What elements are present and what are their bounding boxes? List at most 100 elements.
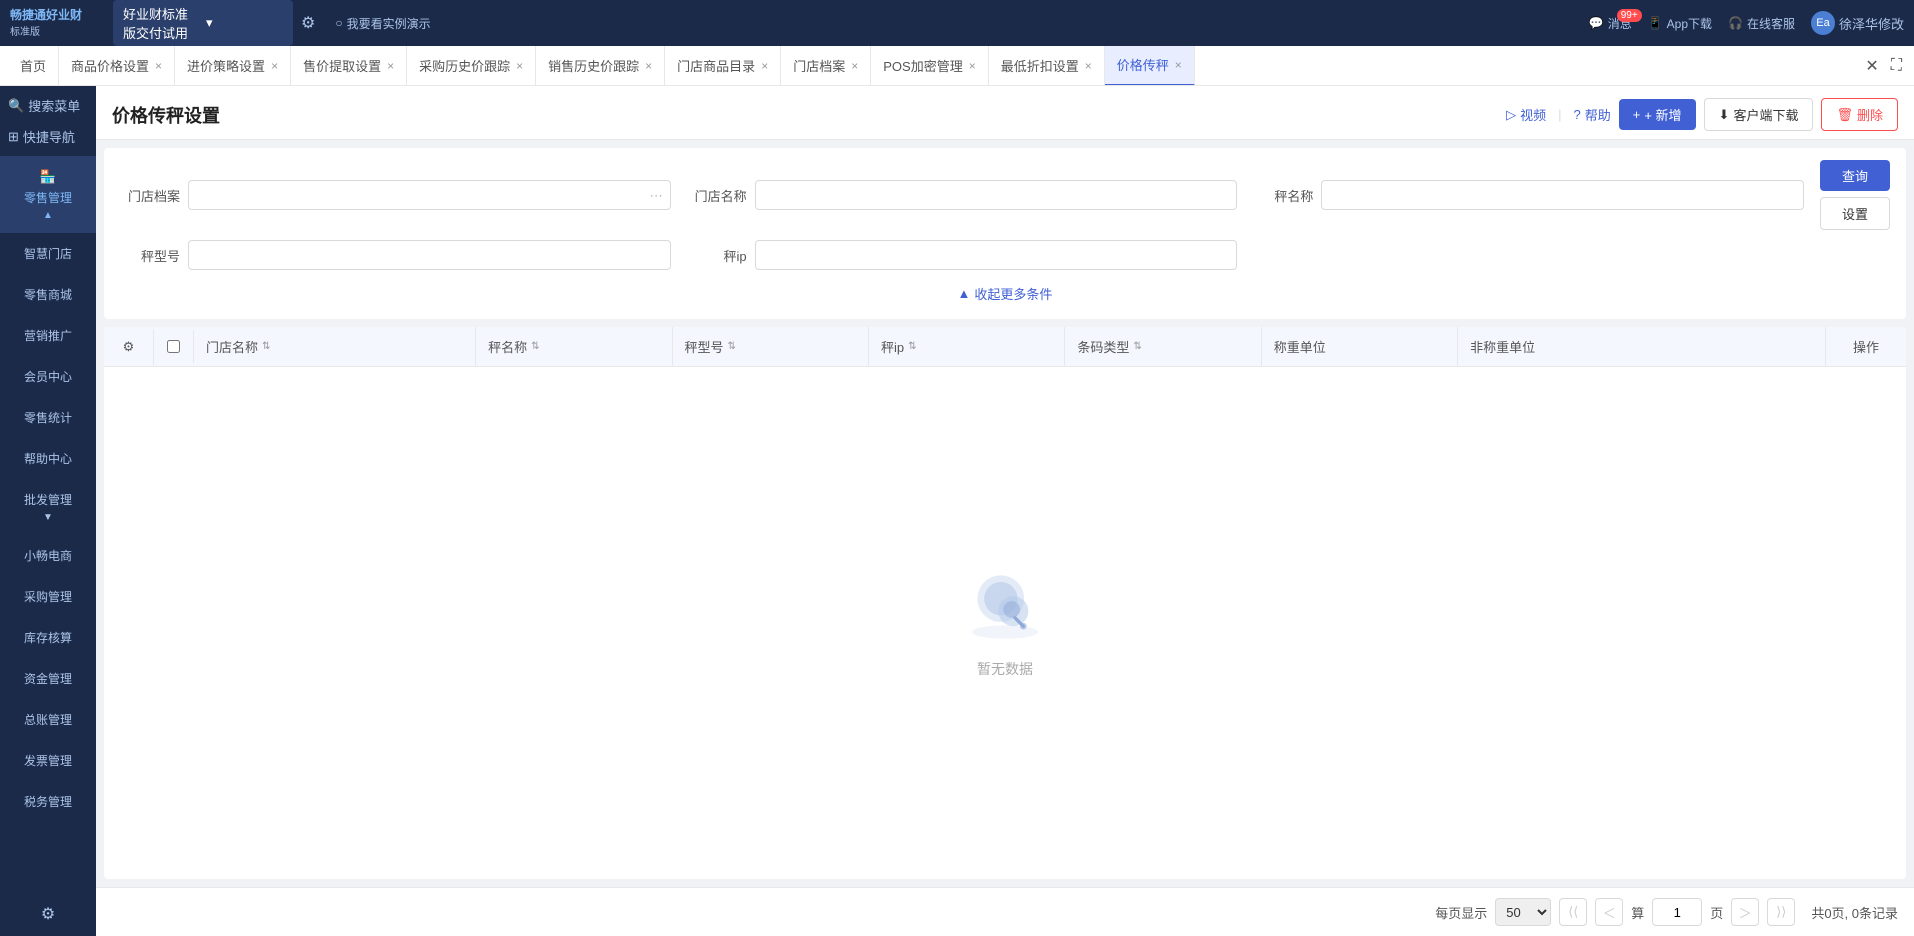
sidebar-item-invoice[interactable]: 发票管理 [0,740,96,781]
th-scale-ip[interactable]: 秤ip ⇅ [869,327,1065,366]
demo-link-label: 我要看实例演示 [347,15,431,32]
ellipsis-icon[interactable]: ··· [650,188,663,203]
online-service-label: 在线客服 [1747,15,1795,32]
setting-filter-button[interactable]: 设置 [1820,197,1890,230]
first-page-button[interactable]: ⟨⟨ [1559,898,1587,926]
scale-ip-input[interactable] [755,240,1238,270]
sidebar-item-xiaochang[interactable]: 小畅电商 [0,535,96,576]
sidebar-search[interactable]: 🔍 搜索菜单 [0,86,96,121]
sidebar-item-retail-manage[interactable]: 🏪 零售管理 ▲ [0,157,96,233]
sidebar-item-fund-manage[interactable]: 资金管理 [0,658,96,699]
help-link[interactable]: ? 帮助 [1573,105,1610,124]
sidebar-item-purchase-manage[interactable]: 采购管理 [0,576,96,617]
th-checkbox[interactable] [154,330,194,363]
last-page-button[interactable]: ⟩⟩ [1767,898,1795,926]
sidebar-item-retail-mall[interactable]: 零售商城 [0,274,96,315]
header-actions: ▷ 视频 | ? 帮助 + + 新增 ⬇ 客户端下载 [1506,98,1898,131]
tab-price-setting-close[interactable]: × [155,59,162,73]
tab-sale-history[interactable]: 销售历史价跟踪 × [536,46,665,86]
th-non-weight-unit-label: 非称重单位 [1470,337,1535,356]
tab-price-scale-close[interactable]: × [1175,58,1182,72]
tab-store-catalog-close[interactable]: × [761,59,768,73]
prev-page-button[interactable]: ＜ [1595,898,1623,926]
message-button[interactable]: 💬 消息 99+ [1589,15,1632,32]
tab-purchase-strategy[interactable]: 进价策略设置 × [175,46,291,86]
tab-purchase-history[interactable]: 采购历史价跟踪 × [407,46,536,86]
sidebar-item-fund-manage-label: 资金管理 [24,670,72,687]
sidebar-item-help[interactable]: 帮助中心 [0,438,96,479]
tab-sale-extract[interactable]: 售价提取设置 × [291,46,407,86]
th-settings[interactable]: ⚙ [104,329,154,365]
app-download-icon: 📱 [1648,16,1663,30]
search-icon: 🔍 [8,98,24,114]
next-page-button[interactable]: ＞ [1731,898,1759,926]
delete-button[interactable]: 🗑 删除 [1821,98,1898,131]
tab-min-discount[interactable]: 最低折扣设置 × [989,46,1105,86]
table-settings-icon: ⚙ [123,339,135,355]
tab-expand-button[interactable]: ⛶ [1887,53,1906,79]
tab-store-catalog[interactable]: 门店商品目录 × [665,46,781,86]
tab-sale-history-close[interactable]: × [645,59,652,73]
user-name: 徐泽华修改 [1839,14,1904,33]
th-scale-name[interactable]: 秤名称 ⇅ [476,327,672,366]
current-page-input[interactable] [1652,898,1702,926]
add-button[interactable]: + + 新增 [1619,99,1696,130]
select-all-checkbox[interactable] [167,340,180,353]
th-operations-label: 操作 [1853,337,1879,356]
store-name-label: 门店名称 [687,186,747,205]
empty-state: 暂无数据 [104,367,1906,879]
sidebar-item-batch-manage[interactable]: 批发管理 ▼ [0,479,96,535]
video-link[interactable]: ▷ 视频 [1506,105,1546,124]
th-store-name[interactable]: 门店名称 ⇅ [194,327,476,366]
store-file-input[interactable] [188,180,671,210]
online-service-button[interactable]: 🎧 在线客服 [1728,15,1795,32]
th-barcode-type[interactable]: 条码类型 ⇅ [1065,327,1261,366]
page-size-select[interactable]: 10 20 50 100 [1495,898,1551,926]
sidebar-gear-button[interactable]: ⚙ [0,892,96,936]
tab-purchase-history-close[interactable]: × [516,59,523,73]
sidebar-item-smart-store[interactable]: 智慧门店 [0,233,96,274]
sidebar-search-label: 搜索菜单 [28,96,80,115]
tab-purchase-strategy-close[interactable]: × [271,59,278,73]
tab-close-all-button[interactable]: ✕ [1861,52,1882,80]
grid-icon: ⊞ [8,129,19,145]
tab-sale-extract-close[interactable]: × [387,59,394,73]
add-label: + 新增 [1644,105,1681,124]
tab-min-discount-close[interactable]: × [1085,59,1092,73]
sidebar-quick-nav[interactable]: ⊞ 快捷导航 [0,121,96,157]
sidebar-item-tax[interactable]: 税务管理 [0,781,96,822]
tab-price-setting[interactable]: 商品价格设置 × [59,46,175,86]
collapse-button[interactable]: ▲ 收起更多条件 [120,280,1890,307]
gear-button[interactable]: ⚙ [301,13,315,33]
th-scale-model[interactable]: 秤型号 ⇅ [673,327,869,366]
tab-pos-manage[interactable]: POS加密管理 × [871,46,988,86]
scale-name-input[interactable] [1321,180,1804,210]
tab-store-file-close[interactable]: × [851,59,858,73]
tab-pos-manage-close[interactable]: × [969,59,976,73]
download-button[interactable]: ⬇ 客户端下载 [1704,98,1814,131]
sort-scale-model-icon: ⇅ [728,341,736,352]
user-area[interactable]: Ea 徐泽华修改 [1811,11,1904,35]
tab-home[interactable]: 首页 [8,46,59,86]
top-right-area: 💬 消息 99+ 📱 App下载 🎧 在线客服 Ea 徐泽华修改 [1589,11,1904,35]
th-weight-unit: 称重单位 [1262,327,1458,366]
scale-model-input[interactable] [188,240,671,270]
tab-store-file[interactable]: 门店档案 × [781,46,871,86]
sidebar-item-member[interactable]: 会员中心 [0,356,96,397]
sidebar-item-marketing[interactable]: 营销推广 [0,315,96,356]
app-download-button[interactable]: 📱 App下载 [1648,15,1712,32]
store-name-input[interactable] [755,180,1238,210]
query-button[interactable]: 查询 [1820,160,1890,191]
sidebar-item-retail-stats[interactable]: 零售统计 [0,397,96,438]
tab-price-scale[interactable]: 价格传秤 × [1105,46,1195,86]
demo-link[interactable]: ○ 我要看实例演示 [331,15,430,32]
th-barcode-type-label: 条码类型 [1077,337,1129,356]
sidebar-item-general-ledger-label: 总账管理 [24,711,72,728]
table-header: ⚙ 门店名称 ⇅ 秤名称 ⇅ 秤型号 ⇅ [104,327,1906,367]
sidebar-item-inventory[interactable]: 库存核算 [0,617,96,658]
help-label: 帮助 [1585,105,1611,124]
filter-scale-name: 秤名称 [1253,180,1804,210]
sidebar-item-general-ledger[interactable]: 总账管理 [0,699,96,740]
tab-pos-manage-label: POS加密管理 [883,56,962,75]
version-selector[interactable]: 好业财标准版交付试用 ▾ [113,0,293,46]
